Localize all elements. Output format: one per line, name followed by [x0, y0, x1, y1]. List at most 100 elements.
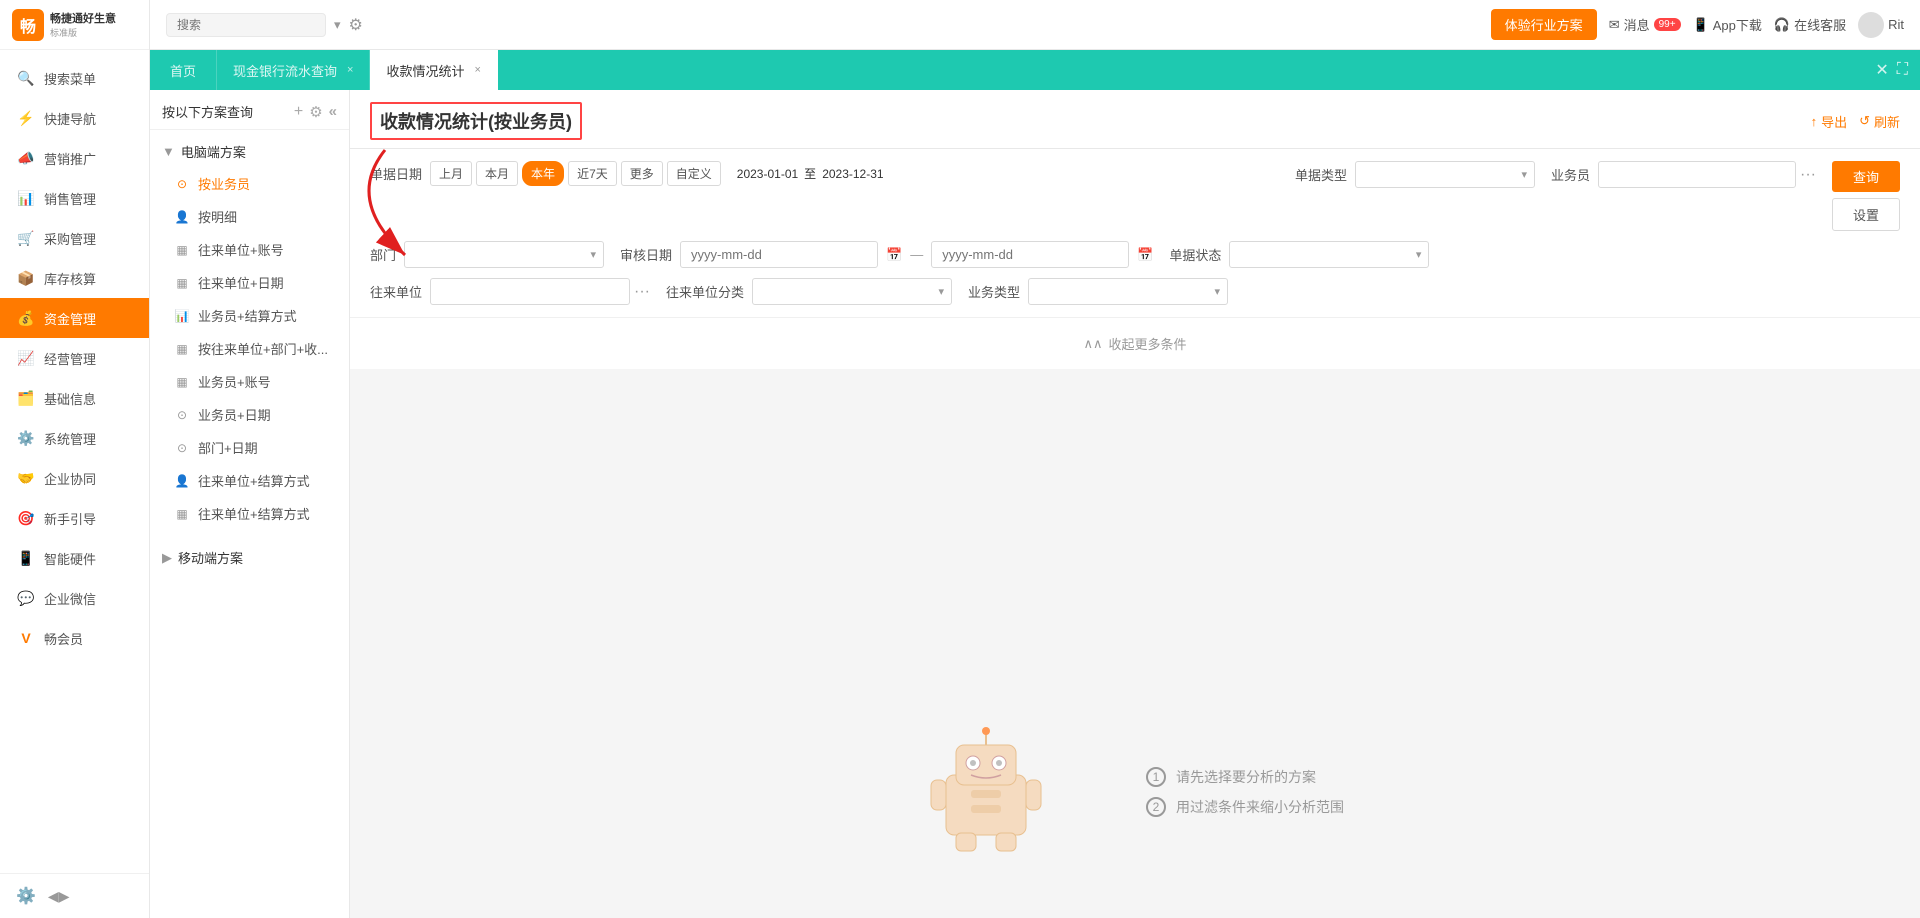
date-btn-custom[interactable]: 自定义: [667, 161, 721, 186]
basic-icon: 🗂️: [16, 388, 36, 408]
sidebar-item-hardware[interactable]: 📱 智能硬件: [0, 538, 149, 578]
scheme-item-salesman-date[interactable]: ⊙ 业务员+日期: [150, 398, 349, 431]
sidebar-label-quicknav: 快捷导航: [44, 109, 96, 128]
sidebar-item-enterprise[interactable]: 🤝 企业协同: [0, 458, 149, 498]
scheme-label-partner-settle2: 往来单位+结算方式: [198, 504, 310, 523]
sidebar-item-system[interactable]: ⚙️ 系统管理: [0, 418, 149, 458]
filter-row-2: 部门 审核日期 📅 — 📅: [350, 231, 1920, 268]
left-panel-add-icon[interactable]: +: [294, 103, 303, 121]
collapse-btn[interactable]: ∧∧ 收起更多条件: [1075, 326, 1194, 361]
partner-dept-icon: ▦: [174, 341, 190, 357]
date-from: 2023-01-01: [737, 167, 798, 181]
tab-bank-close[interactable]: ×: [347, 64, 353, 76]
sidebar-item-basic[interactable]: 🗂️ 基础信息: [0, 378, 149, 418]
user-area[interactable]: Rit: [1858, 12, 1904, 38]
tab-receipt-close[interactable]: ×: [474, 64, 480, 76]
sidebar-item-finance[interactable]: 💰 资金管理: [0, 298, 149, 338]
salesman-settle-icon: 📊: [174, 308, 190, 324]
window-close-icon[interactable]: ✕: [1875, 60, 1888, 80]
scheme-item-salesman[interactable]: ⊙ 按业务员: [150, 167, 349, 200]
review-to-input[interactable]: [931, 241, 1129, 268]
sidebar-item-sales[interactable]: 📊 销售管理: [0, 178, 149, 218]
review-cal-from-icon[interactable]: 📅: [886, 247, 902, 263]
hint-num-2: 2: [1146, 797, 1166, 817]
partner-dots[interactable]: ···: [634, 283, 650, 301]
mobile-group-header[interactable]: ▶ 移动端方案: [150, 542, 349, 573]
sidebar-label-marketing: 营销推广: [44, 149, 96, 168]
date-btn-last-month[interactable]: 上月: [430, 161, 472, 186]
scheme-item-salesman-account[interactable]: ▦ 业务员+账号: [150, 365, 349, 398]
purchase-icon: 🛒: [16, 228, 36, 248]
date-btn-this-year[interactable]: 本年: [522, 161, 564, 186]
settings-btn[interactable]: 设置: [1832, 198, 1900, 231]
sidebar-item-search[interactable]: 🔍 搜索菜单: [0, 58, 149, 98]
scheme-label-salesman: 按业务员: [198, 174, 250, 193]
dept-select[interactable]: [404, 241, 604, 268]
sidebar-item-vip[interactable]: V 畅会员: [0, 618, 149, 658]
date-btn-this-month[interactable]: 本月: [476, 161, 518, 186]
scheme-item-partner-account[interactable]: ▦ 往来单位+账号: [150, 233, 349, 266]
salesman-dots[interactable]: ···: [1800, 166, 1816, 184]
date-btn-more[interactable]: 更多: [621, 161, 663, 186]
left-panel-collapse-icon[interactable]: «: [329, 103, 337, 120]
app-download-btn[interactable]: 📱 App下载: [1693, 15, 1762, 34]
biztype-select[interactable]: [1028, 278, 1228, 305]
hint-item-2: 2 用过滤条件来缩小分析范围: [1146, 797, 1344, 817]
date-btn-7days[interactable]: 近7天: [568, 161, 617, 186]
scheme-item-dept-date[interactable]: ⊙ 部门+日期: [150, 431, 349, 464]
partner-cat-select[interactable]: [752, 278, 952, 305]
search-icon: 🔍: [16, 68, 36, 88]
scheme-item-partner-settle1[interactable]: 👤 往来单位+结算方式: [150, 464, 349, 497]
salesman-input[interactable]: [1598, 161, 1796, 188]
sidebar-item-operation[interactable]: 📈 经营管理: [0, 338, 149, 378]
dept-date-icon: ⊙: [174, 440, 190, 456]
left-panel-settings-icon[interactable]: ⚙: [309, 103, 322, 121]
review-cal-to-icon[interactable]: 📅: [1137, 247, 1153, 263]
partner-cat-select-wrap: [752, 278, 952, 305]
docstatus-select[interactable]: [1229, 241, 1429, 268]
sidebar-item-newbie[interactable]: 🎯 新手引导: [0, 498, 149, 538]
partner-label: 往来单位: [370, 282, 422, 301]
partner-settle2-icon: ▦: [174, 506, 190, 522]
desktop-group-header[interactable]: ▼ 电脑端方案: [150, 136, 349, 167]
scheme-item-detail[interactable]: 👤 按明细: [150, 200, 349, 233]
refresh-icon: ↺: [1859, 113, 1870, 129]
sidebar-item-quicknav[interactable]: ⚡ 快捷导航: [0, 98, 149, 138]
scheme-label-dept-date: 部门+日期: [198, 438, 258, 457]
topbar-search-input[interactable]: [166, 13, 326, 37]
sidebar-label-inventory: 库存核算: [44, 269, 96, 288]
scheme-label-salesman-account: 业务员+账号: [198, 372, 271, 391]
query-btn[interactable]: 查询: [1832, 161, 1900, 192]
scheme-item-partner-settle2[interactable]: ▦ 往来单位+结算方式: [150, 497, 349, 530]
sidebar-footer: ⚙️ ◀▶: [0, 873, 149, 918]
partner-input[interactable]: [430, 278, 630, 305]
window-maximize-icon[interactable]: ⛶: [1897, 61, 1908, 79]
topbar-dropdown-icon[interactable]: ▾: [334, 17, 341, 33]
tab-home[interactable]: 首页: [150, 50, 217, 90]
footer-settings-icon[interactable]: ⚙️: [16, 886, 36, 906]
refresh-btn[interactable]: ↺ 刷新: [1859, 112, 1900, 131]
topbar-settings-icon[interactable]: ⚙: [349, 15, 363, 35]
message-btn[interactable]: ✉ 消息 99+: [1609, 15, 1681, 34]
doctype-select[interactable]: [1355, 161, 1535, 188]
sidebar-nav: 🔍 搜索菜单 ⚡ 快捷导航 📣 营销推广 📊 销售管理 🛒 采购管理 📦 库存核…: [0, 50, 149, 873]
hint-text-1: 请先选择要分析的方案: [1176, 767, 1316, 787]
scheme-item-salesman-settle[interactable]: 📊 业务员+结算方式: [150, 299, 349, 332]
marketing-icon: 📣: [16, 148, 36, 168]
tab-bank[interactable]: 现金银行流水查询 ×: [217, 50, 370, 90]
sidebar-item-inventory[interactable]: 📦 库存核算: [0, 258, 149, 298]
page-content: 按以下方案查询 + ⚙ « ▼ 电脑端方案 ⊙ 按业务员 👤 按: [150, 90, 1920, 918]
review-from-input[interactable]: [680, 241, 878, 268]
tab-receipt[interactable]: 收款情况统计 ×: [370, 50, 497, 90]
online-service-btn[interactable]: 🎧 在线客服: [1774, 15, 1846, 34]
scheme-item-partner-date[interactable]: ▦ 往来单位+日期: [150, 266, 349, 299]
export-btn[interactable]: ↑ 导出: [1811, 112, 1848, 131]
sidebar-item-marketing[interactable]: 📣 营销推广: [0, 138, 149, 178]
desktop-group-arrow: ▼: [162, 144, 175, 159]
trial-btn[interactable]: 体验行业方案: [1491, 9, 1597, 40]
app-download-icon: 📱: [1693, 17, 1709, 33]
scheme-item-partner-dept[interactable]: ▦ 按往来单位+部门+收...: [150, 332, 349, 365]
footer-expand-icon[interactable]: ◀▶: [48, 888, 70, 905]
sidebar-item-wechat[interactable]: 💬 企业微信: [0, 578, 149, 618]
sidebar-item-purchase[interactable]: 🛒 采购管理: [0, 218, 149, 258]
